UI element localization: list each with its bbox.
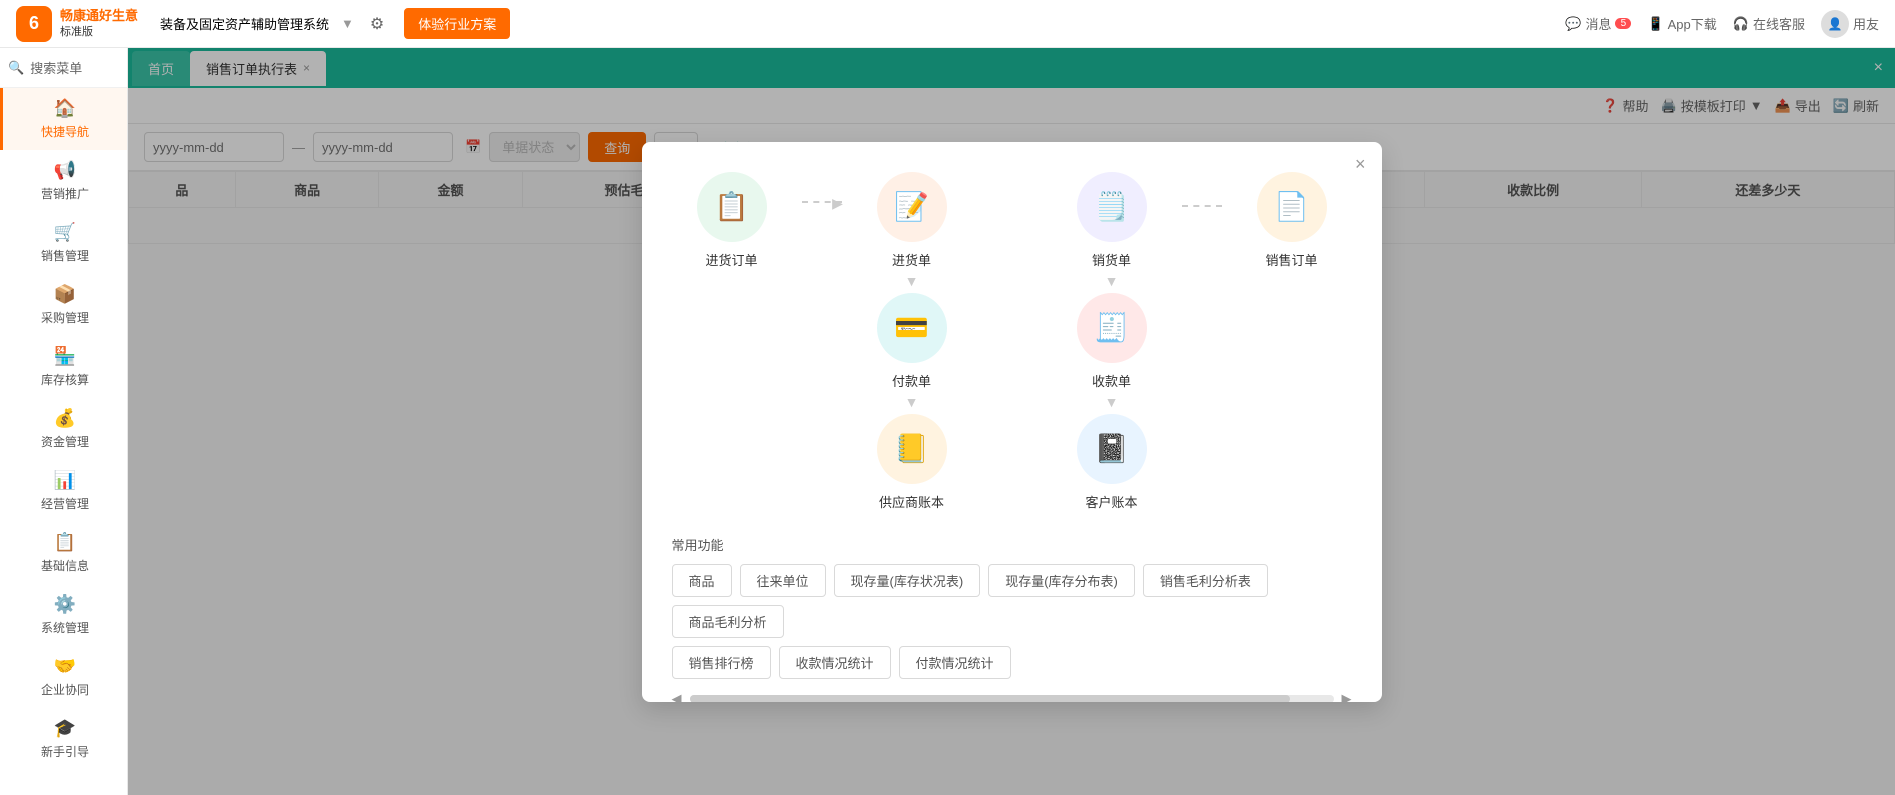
flow-modal: × 📋 进货订单 [642, 142, 1382, 702]
scroll-thumb [690, 695, 1290, 702]
func-btn-sales-profit[interactable]: 销售毛利分析表 [1143, 564, 1268, 597]
experience-button[interactable]: 体验行业方案 [404, 8, 510, 39]
receipt-bill-node[interactable]: 🧾 收款单 [1052, 293, 1172, 390]
customer-account-node[interactable]: 📓 客户账本 [1052, 414, 1172, 511]
avatar: 👤 [1821, 10, 1849, 38]
home-icon: 🏠 [54, 98, 76, 119]
payment-bill-icon: 💳 [877, 293, 947, 363]
gear-icon[interactable]: ⚙ [370, 14, 384, 34]
newbie-icon: 🎓 [54, 718, 76, 739]
sidebar-item-enterprise[interactable]: 🤝 企业协同 [0, 646, 127, 708]
operations-icon: 📊 [54, 470, 76, 491]
sidebar-item-marketing[interactable]: 📢 营销推广 [0, 150, 127, 212]
message-icon: 💬 [1565, 16, 1581, 32]
scroll-right-arrow[interactable]: ▶ [1342, 691, 1352, 702]
inventory-icon: 🏪 [54, 346, 76, 367]
purchase-icon: 📦 [54, 284, 76, 305]
sidebar-item-operations[interactable]: 📊 经营管理 [0, 460, 127, 522]
sidebar-item-basic[interactable]: 📋 基础信息 [0, 522, 127, 584]
message-badge: 5 [1615, 18, 1631, 29]
customer-account-icon: 📓 [1077, 414, 1147, 484]
sidebar-item-newbie[interactable]: 🎓 新手引导 [0, 708, 127, 770]
func-btn-contacts[interactable]: 往来单位 [740, 564, 826, 597]
scroll-track[interactable] [690, 695, 1334, 702]
func-btn-payment-stats[interactable]: 付款情况统计 [899, 646, 1011, 679]
scroll-bar-area: ◀ ▶ [672, 691, 1352, 702]
service-icon: 🎧 [1733, 16, 1749, 32]
supplier-account-icon: 📒 [877, 414, 947, 484]
func-btn-goods[interactable]: 商品 [672, 564, 732, 597]
top-bar: 6 畅康通好生意 标准版 装备及固定资产辅助管理系统 ▼ ⚙ 体验行业方案 💬 … [0, 0, 1895, 48]
flow-section: 📋 进货订单 ▶ 📝 [672, 172, 1352, 511]
sidebar-item-quick-nav[interactable]: 🏠 快捷导航 [0, 88, 127, 150]
func-btn-row-1: 商品 往来单位 现存量(库存状况表) 现存量(库存分布表) 销售毛利分析表 商品… [672, 564, 1352, 638]
sales-bill-icon: 🗒️ [1077, 172, 1147, 242]
system-title: 装备及固定资产辅助管理系统 [160, 14, 329, 33]
purchase-bill-node[interactable]: 📝 进货单 [852, 172, 972, 269]
sales-bill-node[interactable]: 🗒️ 销货单 [1052, 172, 1172, 269]
purchase-order-icon: 📋 [697, 172, 767, 242]
sidebar-item-purchase[interactable]: 📦 采购管理 [0, 274, 127, 336]
search-icon: 🔍 [8, 60, 24, 76]
sidebar: 🔍 搜索菜单 🏠 快捷导航 📢 营销推广 🛒 销售管理 📦 采购管理 🏪 [0, 48, 128, 795]
purchase-bill-icon: 📝 [877, 172, 947, 242]
sales-order-node[interactable]: 📄 销售订单 [1232, 172, 1352, 269]
top-right: 💬 消息 5 📱 App下载 🎧 在线客服 👤 用友 [1565, 10, 1879, 38]
system-icon: ⚙️ [54, 594, 76, 615]
modal-close-button[interactable]: × [1355, 154, 1366, 175]
func-btn-goods-profit[interactable]: 商品毛利分析 [672, 605, 784, 638]
download-icon: 📱 [1647, 16, 1663, 32]
finance-icon: 💰 [54, 408, 76, 429]
sidebar-item-sales[interactable]: 🛒 销售管理 [0, 212, 127, 274]
logo-area: 6 畅康通好生意 标准版 [16, 6, 144, 42]
message-item[interactable]: 💬 消息 5 [1565, 14, 1631, 33]
sales-order-icon: 📄 [1257, 172, 1327, 242]
purchase-order-node[interactable]: 📋 进货订单 [672, 172, 792, 269]
common-functions: 常用功能 商品 往来单位 现存量(库存状况表) 现存量(库存分布表) 销售毛利分… [672, 535, 1352, 679]
logo-icon: 6 [16, 6, 52, 42]
func-btn-stock-dist[interactable]: 现存量(库存分布表) [988, 564, 1135, 597]
sidebar-item-inventory[interactable]: 🏪 库存核算 [0, 336, 127, 398]
receipt-bill-icon: 🧾 [1077, 293, 1147, 363]
sales-icon: 🛒 [54, 222, 76, 243]
system-name: 装备及固定资产辅助管理系统 ▼ ⚙ 体验行业方案 [144, 8, 510, 39]
online-service-item[interactable]: 🎧 在线客服 [1733, 14, 1805, 33]
func-btn-sales-rank[interactable]: 销售排行榜 [672, 646, 771, 679]
sidebar-item-system[interactable]: ⚙️ 系统管理 [0, 584, 127, 646]
sidebar-item-finance[interactable]: 💰 资金管理 [0, 398, 127, 460]
search-menu[interactable]: 🔍 搜索菜单 [0, 48, 127, 88]
modal-overlay: × 📋 进货订单 [128, 48, 1895, 795]
app-download-item[interactable]: 📱 App下载 [1647, 14, 1716, 33]
func-btn-stock-status[interactable]: 现存量(库存状况表) [834, 564, 981, 597]
func-btn-receipt-stats[interactable]: 收款情况统计 [779, 646, 891, 679]
dropdown-arrow-icon[interactable]: ▼ [341, 16, 354, 31]
app-wrapper: 6 畅康通好生意 标准版 装备及固定资产辅助管理系统 ▼ ⚙ 体验行业方案 💬 … [0, 0, 1895, 795]
scroll-left-arrow[interactable]: ◀ [672, 691, 682, 702]
enterprise-icon: 🤝 [54, 656, 76, 677]
logo-text: 畅康通好生意 标准版 [60, 8, 138, 39]
basic-icon: 📋 [54, 532, 76, 553]
payment-bill-node[interactable]: 💳 付款单 [852, 293, 972, 390]
marketing-icon: 📢 [54, 160, 76, 181]
common-func-title: 常用功能 [672, 535, 1352, 554]
func-btn-row-2: 销售排行榜 收款情况统计 付款情况统计 [672, 646, 1352, 679]
supplier-account-node[interactable]: 📒 供应商账本 [852, 414, 972, 511]
user-item[interactable]: 👤 用友 [1821, 10, 1879, 38]
